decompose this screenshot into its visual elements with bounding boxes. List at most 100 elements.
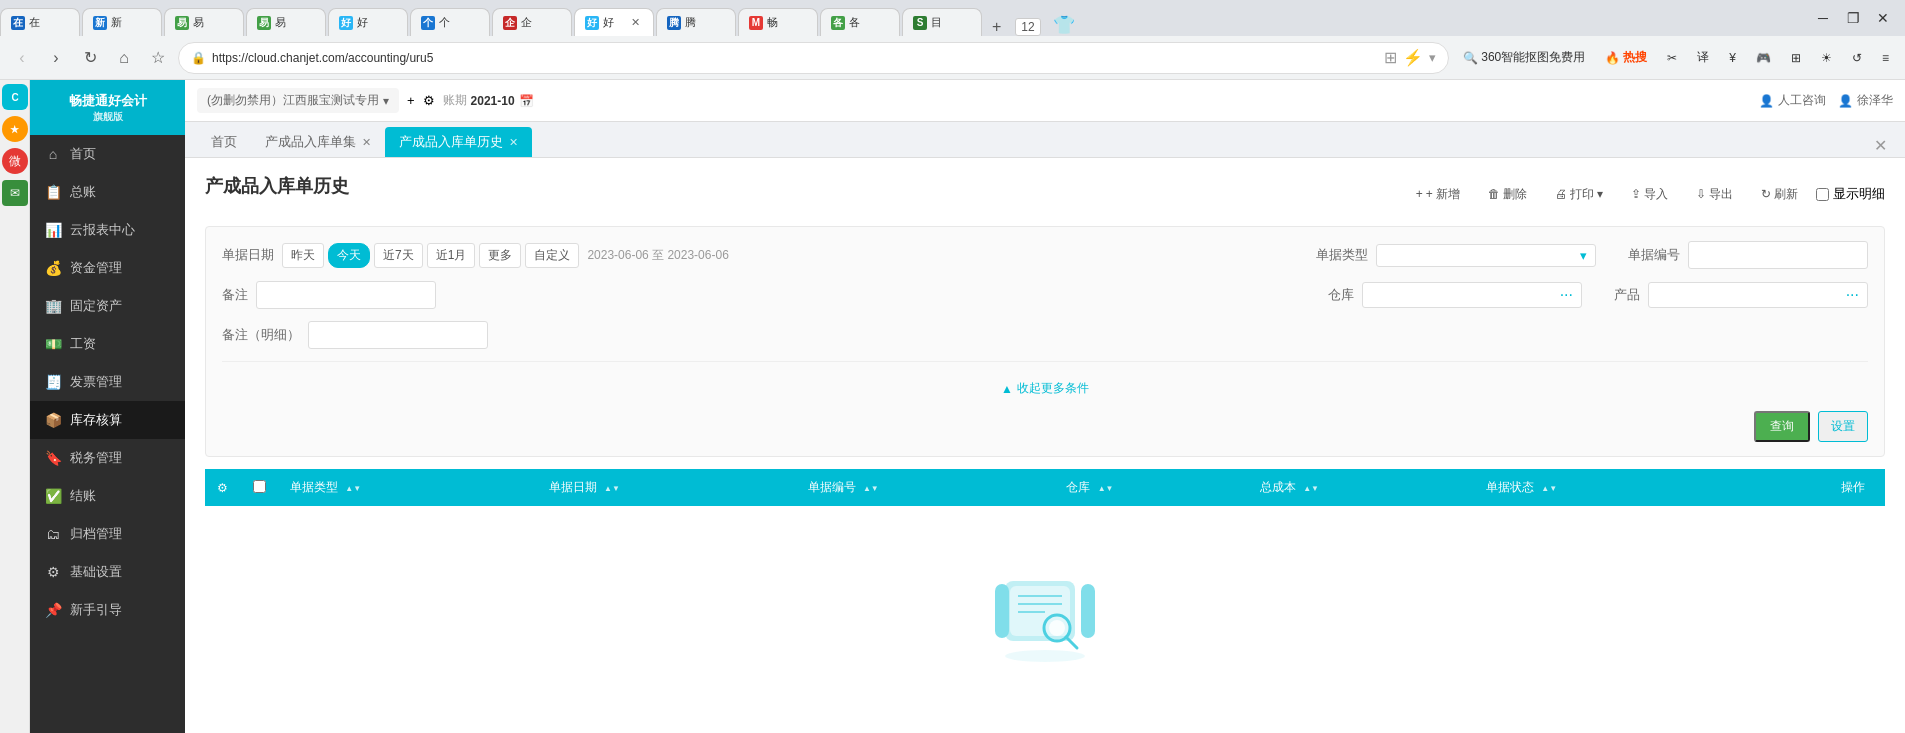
browser-tab-11[interactable]: 各 各 (820, 8, 900, 36)
type-select[interactable]: ▾ (1376, 244, 1596, 267)
page-tab-history[interactable]: 产成品入库单历史 ✕ (385, 127, 532, 157)
home-button[interactable]: ⌂ (110, 44, 138, 72)
th-number[interactable]: 单据编号 ▲▼ (796, 469, 1055, 506)
sidebar-extra-1[interactable]: ★ (2, 116, 28, 142)
number-input[interactable] (1688, 241, 1868, 269)
tab-close-8[interactable]: ✕ (627, 15, 643, 31)
nav-item-tax[interactable]: 🔖 税务管理 (30, 439, 185, 477)
collapse-button[interactable]: ▲ 收起更多条件 (985, 374, 1105, 403)
custom-btn[interactable]: 自定义 (525, 243, 579, 268)
import-btn[interactable]: ⇪ 导入 (1621, 181, 1678, 208)
show-detail-checkbox[interactable] (1816, 188, 1829, 201)
game-button[interactable]: 🎮 (1748, 47, 1779, 69)
query-button[interactable]: 查询 (1754, 411, 1810, 442)
dropdown-icon[interactable]: ▾ (1429, 50, 1436, 65)
print-btn[interactable]: 🖨 打印 ▾ (1545, 181, 1613, 208)
search-360-button[interactable]: 🔍 360智能抠图免费用 (1455, 45, 1593, 70)
address-bar[interactable]: 🔒 https://cloud.chanjet.com/accounting/u… (178, 42, 1449, 74)
night-button[interactable]: ☀ (1813, 47, 1840, 69)
user-profile-btn[interactable]: 👤 徐泽华 (1838, 92, 1893, 109)
new-btn[interactable]: + + 新增 (1406, 181, 1470, 208)
th-status[interactable]: 单据状态 ▲▼ (1474, 469, 1733, 506)
nav-item-invoice-label: 发票管理 (70, 373, 122, 391)
nav-item-assets[interactable]: 🏢 固定资产 (30, 287, 185, 325)
translate-button[interactable]: 译 (1689, 45, 1717, 70)
close-button[interactable]: ✕ (1869, 4, 1897, 32)
th-gear[interactable]: ⚙ (205, 469, 241, 506)
hot-search-button[interactable]: 🔥 热搜 (1597, 45, 1655, 70)
close-all-tabs-btn[interactable]: ✕ (1868, 134, 1893, 157)
browser-tab-8[interactable]: 好 好 ✕ (574, 8, 654, 36)
more-button[interactable]: ≡ (1874, 47, 1897, 69)
warehouse-dots[interactable]: ··· (1560, 286, 1573, 304)
browser-tab-1[interactable]: 在 在 (0, 8, 80, 36)
page-tab-history-close[interactable]: ✕ (509, 136, 518, 149)
page-tab-list[interactable]: 产成品入库单集 ✕ (251, 127, 385, 157)
browser-tab-6[interactable]: 个 个 (410, 8, 490, 36)
page-tab-home[interactable]: 首页 (197, 127, 251, 157)
settings-nav-icon: ⚙ (44, 564, 62, 580)
delete-btn[interactable]: 🗑 删除 (1478, 181, 1537, 208)
add-company-btn[interactable]: + (407, 93, 415, 108)
nav-item-salary[interactable]: 💵 工资 (30, 325, 185, 363)
nav-item-guide[interactable]: 📌 新手引导 (30, 591, 185, 629)
gear-th-icon[interactable]: ⚙ (217, 481, 228, 495)
nav-item-invoice[interactable]: 🧾 发票管理 (30, 363, 185, 401)
nav-item-archive[interactable]: 🗂 归档管理 (30, 515, 185, 553)
today-btn[interactable]: 今天 (328, 243, 370, 268)
product-select[interactable]: ··· (1648, 282, 1868, 308)
browser-tab-12[interactable]: S 目 (902, 8, 982, 36)
browser-tab-5[interactable]: 好 好 (328, 8, 408, 36)
nav-item-ledger[interactable]: 📋 总账 (30, 173, 185, 211)
nav-item-inventory[interactable]: 📦 库存核算 (30, 401, 185, 439)
settings-company-btn[interactable]: ⚙ (423, 93, 435, 108)
company-selector[interactable]: (勿删勿禁用）江西服宝测试专用 ▾ (197, 88, 399, 113)
nav-item-home[interactable]: ⌂ 首页 (30, 135, 185, 173)
export-btn[interactable]: ⇩ 导出 (1686, 181, 1743, 208)
product-dots[interactable]: ··· (1846, 286, 1859, 304)
select-all-checkbox[interactable] (253, 480, 266, 493)
th-warehouse[interactable]: 仓库 ▲▼ (1054, 469, 1248, 506)
bookmark-button[interactable]: ☆ (144, 44, 172, 72)
1month-btn[interactable]: 近1月 (427, 243, 476, 268)
refresh-btn[interactable]: ↻ 刷新 (1751, 181, 1808, 208)
remark-input[interactable] (256, 281, 436, 309)
nav-item-close[interactable]: ✅ 结账 (30, 477, 185, 515)
warehouse-select[interactable]: ··· (1362, 282, 1582, 308)
yuan-button[interactable]: ¥ (1721, 47, 1744, 69)
nav-item-report[interactable]: 📊 云报表中心 (30, 211, 185, 249)
detail-remark-input[interactable] (308, 321, 488, 349)
minimize-button[interactable]: ─ (1809, 4, 1837, 32)
page-tab-list-close[interactable]: ✕ (362, 136, 371, 149)
sidebar-extra-3[interactable]: ✉ (2, 180, 28, 206)
user-service-btn[interactable]: 👤 人工咨询 (1759, 92, 1826, 109)
settings-button[interactable]: 设置 (1818, 411, 1868, 442)
inventory-nav-icon: 📦 (44, 412, 62, 428)
th-check[interactable] (241, 469, 278, 506)
calendar-icon[interactable]: 📅 (519, 94, 534, 108)
browser-tab-7[interactable]: 企 企 (492, 8, 572, 36)
nav-item-settings[interactable]: ⚙ 基础设置 (30, 553, 185, 591)
maximize-button[interactable]: ❐ (1839, 4, 1867, 32)
more-btn[interactable]: 更多 (479, 243, 521, 268)
browser-tab-3[interactable]: 易 易 (164, 8, 244, 36)
7days-btn[interactable]: 近7天 (374, 243, 423, 268)
th-type[interactable]: 单据类型 ▲▼ (278, 469, 537, 506)
browser-tab-9[interactable]: 腾 腾 (656, 8, 736, 36)
th-cost[interactable]: 总成本 ▲▼ (1248, 469, 1474, 506)
browser-tab-4[interactable]: 易 易 (246, 8, 326, 36)
undo-button[interactable]: ↺ (1844, 47, 1870, 69)
sidebar-extra-2[interactable]: 微 (2, 148, 28, 174)
back-button[interactable]: ‹ (8, 44, 36, 72)
apps-button[interactable]: ⊞ (1783, 47, 1809, 69)
app-logo-icon[interactable]: C (2, 84, 28, 110)
scissors-button[interactable]: ✂ (1659, 47, 1685, 69)
refresh-button[interactable]: ↻ (76, 44, 104, 72)
forward-button[interactable]: › (42, 44, 70, 72)
new-tab-button[interactable]: + (984, 18, 1009, 36)
th-date[interactable]: 单据日期 ▲▼ (537, 469, 796, 506)
browser-tab-2[interactable]: 新 新 (82, 8, 162, 36)
browser-tab-10[interactable]: M 畅 (738, 8, 818, 36)
yesterday-btn[interactable]: 昨天 (282, 243, 324, 268)
nav-item-fund[interactable]: 💰 资金管理 (30, 249, 185, 287)
